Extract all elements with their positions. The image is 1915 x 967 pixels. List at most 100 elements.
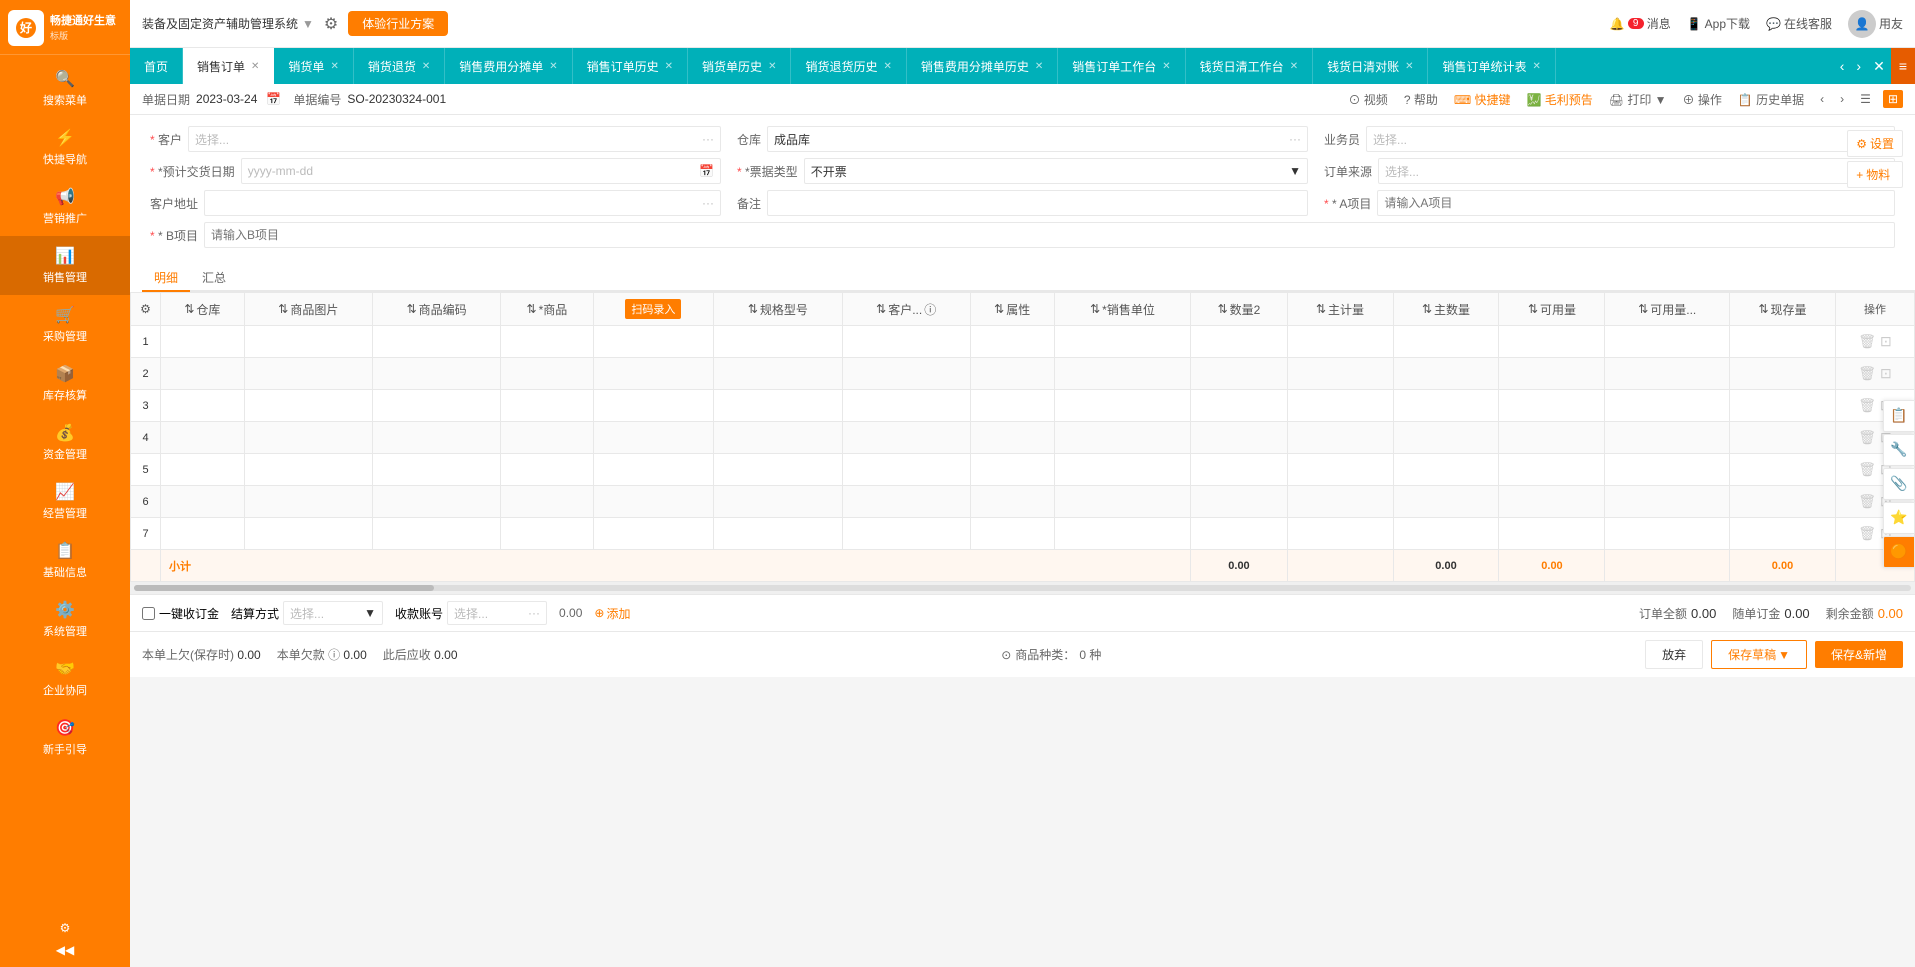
tab-daily-reconcile-close[interactable]: ✕ <box>1405 61 1413 72</box>
tab-daily-workbench[interactable]: 钱货日清工作台 ✕ <box>1186 48 1313 84</box>
sidebar-item-finance[interactable]: 💰 资金管理 <box>0 413 130 472</box>
sidebar-item-base[interactable]: 📋 基础信息 <box>0 531 130 590</box>
invoice-dropdown-icon[interactable]: ▼ <box>1289 164 1301 178</box>
tab-home[interactable]: 首页 <box>130 48 183 84</box>
tab-workbench[interactable]: 销售订单工作台 ✕ <box>1058 48 1185 84</box>
tab-sales-return[interactable]: 销货退货 ✕ <box>354 48 445 84</box>
sidebar-item-marketing[interactable]: 📢 营销推广 <box>0 177 130 236</box>
video-button[interactable]: ⊙ 视频 <box>1344 91 1391 108</box>
account-dots-icon[interactable]: ··· <box>528 606 540 620</box>
col-attribute[interactable]: ⇅属性 <box>970 293 1054 326</box>
col-customer-code[interactable]: ⇅客户... ⓘ <box>842 293 970 326</box>
user-avatar[interactable]: 👤 用友 <box>1848 10 1903 38</box>
scan-button[interactable]: 扫码录入 <box>625 299 681 319</box>
float-btn-4[interactable]: ⭐ <box>1883 502 1915 534</box>
address-dots-icon[interactable]: ··· <box>702 196 714 210</box>
order-source-input[interactable]: 选择... ▼ <box>1378 158 1895 184</box>
col-qty2[interactable]: ⇅数量2 <box>1191 293 1287 326</box>
col-gear-icon[interactable]: ⚙ <box>140 302 151 316</box>
delivery-calendar-icon[interactable]: 📅 <box>699 164 714 178</box>
sidebar-item-search[interactable]: 🔍 搜索菜单 <box>0 59 130 118</box>
print-button[interactable]: 🖨 打印 ▼ <box>1605 91 1671 108</box>
tab-menu-icon[interactable]: ≡ <box>1891 48 1915 84</box>
row-2-delete-icon[interactable]: 🗑 <box>1858 365 1876 382</box>
b-project-input[interactable] <box>204 222 1895 248</box>
col-avail2[interactable]: ⇅可用量... <box>1605 293 1730 326</box>
settings-float-button[interactable]: ⚙ 设置 <box>1847 130 1903 157</box>
tab-sales-order-history[interactable]: 销售订单历史 ✕ <box>573 48 688 84</box>
save-new-button[interactable]: 保存&新增 <box>1815 641 1903 668</box>
calendar-icon[interactable]: 📅 <box>266 92 281 106</box>
profit-button[interactable]: 💹 毛利预告 <box>1522 91 1596 108</box>
sidebar-item-guide[interactable]: 🎯 新手引导 <box>0 708 130 767</box>
sidebar-item-enterprise[interactable]: 🤝 企业协同 <box>0 649 130 708</box>
tab-sales-return-close[interactable]: ✕ <box>422 61 430 72</box>
row-1-attr[interactable] <box>970 326 1054 358</box>
app-download-button[interactable]: 📱 App下载 <box>1687 15 1750 32</box>
row-1-copy-icon[interactable]: ⊡ <box>1880 333 1892 350</box>
col-main-qty[interactable]: ⇅主数量 <box>1393 293 1499 326</box>
row-1-spec[interactable] <box>714 326 842 358</box>
tab-return-history-close[interactable]: ✕ <box>883 61 891 72</box>
col-product-image[interactable]: ⇅商品图片 <box>244 293 372 326</box>
float-btn-2[interactable]: 🔧 <box>1883 434 1915 466</box>
tab-sales-order-close[interactable]: ✕ <box>251 61 259 72</box>
staff-input[interactable]: 选择... ··· <box>1366 126 1895 152</box>
nav-next-icon[interactable]: › <box>1836 92 1848 106</box>
sidebar-settings[interactable]: ⚙ <box>60 921 71 935</box>
col-spec[interactable]: ⇅规格型号 <box>714 293 842 326</box>
tab-sales-slip-history-close[interactable]: ✕ <box>768 61 776 72</box>
col-product[interactable]: ⇅*商品 <box>501 293 593 326</box>
tab-detail[interactable]: 明细 <box>142 265 190 292</box>
history-button[interactable]: 📋 历史单据 <box>1734 91 1808 108</box>
float-btn-5[interactable]: 🟠 <box>1883 536 1915 568</box>
sidebar-collapse[interactable]: ◀◀ <box>56 943 74 957</box>
col-avail[interactable]: ⇅可用量 <box>1499 293 1605 326</box>
tab-summary[interactable]: 汇总 <box>190 265 238 290</box>
tab-sales-order-history-close[interactable]: ✕ <box>665 61 673 72</box>
warehouse-dots-icon[interactable]: ··· <box>1289 132 1301 146</box>
sidebar-item-system[interactable]: ⚙️ 系统管理 <box>0 590 130 649</box>
add-deposit-button[interactable]: ⊕ 添加 <box>594 605 630 622</box>
col-warehouse[interactable]: ⇅仓库 <box>161 293 245 326</box>
sidebar-item-sales[interactable]: 📊 销售管理 <box>0 236 130 295</box>
one-click-check-input[interactable] <box>142 607 155 620</box>
message-button[interactable]: 🔔 9 消息 <box>1610 15 1671 32</box>
solution-button[interactable]: 体验行业方案 <box>348 11 448 36</box>
online-service-button[interactable]: 💬 在线客服 <box>1766 15 1832 32</box>
col-unit[interactable]: ⇅*销售单位 <box>1054 293 1191 326</box>
row-6-delete-icon[interactable]: 🗑 <box>1858 493 1876 510</box>
col-current[interactable]: ⇅现存量 <box>1730 293 1836 326</box>
tab-sales-expense[interactable]: 销售费用分摊单 ✕ <box>445 48 572 84</box>
date-value[interactable]: 2023-03-24 <box>196 92 257 106</box>
row-1-main-qty[interactable] <box>1393 326 1499 358</box>
tab-sales-expense-close[interactable]: ✕ <box>549 61 557 72</box>
nav-prev-icon[interactable]: ‹ <box>1816 92 1828 106</box>
customer-dots-icon[interactable]: ··· <box>702 132 714 146</box>
row-1-qty2[interactable] <box>1191 326 1287 358</box>
operation-button[interactable]: ⊕ 操作 <box>1679 91 1726 108</box>
warehouse-select[interactable]: 成品库 ··· <box>767 126 1308 152</box>
sidebar-item-quick-nav[interactable]: ⚡ 快捷导航 <box>0 118 130 177</box>
row-1-delete-icon[interactable]: 🗑 <box>1858 333 1876 350</box>
tab-workbench-close[interactable]: ✕ <box>1162 61 1170 72</box>
row-1-code[interactable] <box>372 326 500 358</box>
row-1-cust-code[interactable] <box>842 326 970 358</box>
topbar-gear-icon[interactable]: ⚙ <box>324 14 338 34</box>
draft-dropdown-icon[interactable]: ▼ <box>1778 648 1790 662</box>
shortcut-button[interactable]: ⌨ 快捷键 <box>1450 91 1515 108</box>
address-input[interactable]: ··· <box>204 190 721 216</box>
row-2-copy-icon[interactable]: ⊡ <box>1880 365 1892 382</box>
row-5-delete-icon[interactable]: 🗑 <box>1858 461 1876 478</box>
delivery-date-input[interactable]: yyyy-mm-dd 📅 <box>241 158 721 184</box>
float-btn-1[interactable]: 📋 <box>1883 400 1915 432</box>
sidebar-item-purchase[interactable]: 🛒 采购管理 <box>0 295 130 354</box>
tab-expense-history-close[interactable]: ✕ <box>1035 61 1043 72</box>
row-1-main-unit[interactable] <box>1287 326 1393 358</box>
row-4-delete-icon[interactable]: 🗑 <box>1858 429 1876 446</box>
tab-sales-stats[interactable]: 销售订单统计表 ✕ <box>1428 48 1555 84</box>
col-product-code[interactable]: ⇅商品编码 <box>372 293 500 326</box>
row-7-delete-icon[interactable]: 🗑 <box>1858 525 1876 542</box>
list-view-icon[interactable]: ☰ <box>1856 92 1875 106</box>
tab-next-icon[interactable]: › <box>1850 58 1867 74</box>
